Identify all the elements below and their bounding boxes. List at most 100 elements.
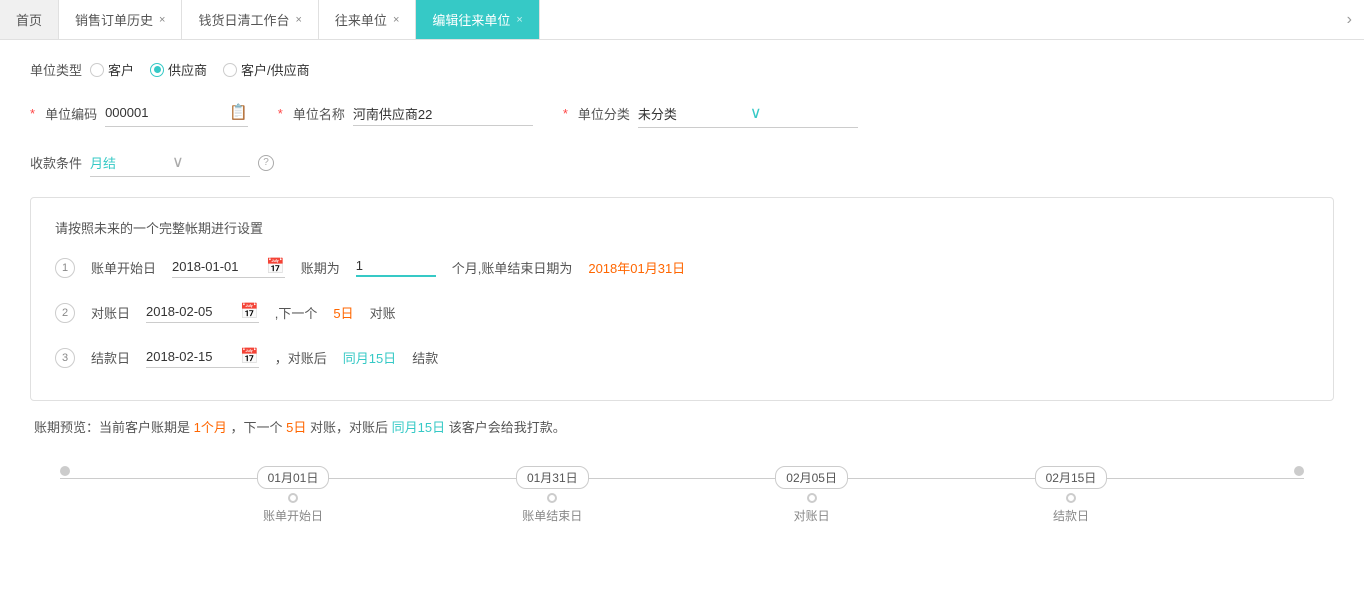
timeline-dot-4 <box>1066 493 1076 503</box>
tab-cash-clearing-close[interactable]: × <box>295 14 301 26</box>
timeline-point-3: 02月05日 对账日 <box>775 466 848 524</box>
unit-category-group: * 单位分类 未分类 ∨ <box>563 99 858 128</box>
payment-terms-group: 收款条件 月结 ∨ ? <box>30 148 274 177</box>
timeline-badge-4: 02月15日 <box>1035 466 1108 489</box>
main-content: 单位类型 客户 供应商 客户/供应商 * 单位编码 <box>0 40 1364 608</box>
radio-customer[interactable]: 客户 <box>90 60 134 79</box>
preview-middle: ，下一个 <box>231 420 283 435</box>
timeline-point-1: 01月01日 账单开始日 <box>257 466 330 524</box>
timeline-end-dot <box>1294 466 1304 476</box>
period-calendar-icon-1[interactable]: 📅 <box>266 257 285 275</box>
period-suffix-1a: 账期为 <box>301 258 340 277</box>
tab-sales-history-label: 销售订单历史 <box>75 10 153 29</box>
unit-code-calendar-icon[interactable]: 📋 <box>229 103 248 121</box>
payment-terms-help-icon[interactable]: ? <box>258 155 274 171</box>
unit-code-group: * 单位编码 📋 <box>30 101 248 127</box>
tab-bar: 首页 销售订单历史 × 钱货日清工作台 × 往来单位 × 编辑往来单位 × › <box>0 0 1364 40</box>
period-suffix-2a: ,下一个 <box>275 303 318 322</box>
radio-both-circle <box>223 63 237 77</box>
months-input <box>356 258 436 277</box>
period-date-field-2[interactable] <box>146 304 236 319</box>
period-label-1: 账单开始日 <box>91 258 156 277</box>
tab-edit-partner-label: 编辑往来单位 <box>432 10 510 29</box>
payment-terms-value: 月结 <box>90 153 168 172</box>
tab-home[interactable]: 首页 <box>0 0 59 39</box>
timeline-point-2: 01月31日 账单结束日 <box>516 466 589 524</box>
period-date-input-2: 📅 <box>146 302 259 323</box>
period-num-2: 2 <box>55 303 75 323</box>
radio-group: 客户 供应商 客户/供应商 <box>90 60 310 79</box>
period-label-3: 结款日 <box>91 348 130 367</box>
period-suffix-3a: ，对账后 <box>275 348 327 367</box>
tab-cash-clearing-label: 钱货日清工作台 <box>198 10 289 29</box>
period-suffix-2b: 对账 <box>370 303 396 322</box>
unit-name-label: 单位名称 <box>293 104 345 123</box>
unit-type-label: 单位类型 <box>30 60 82 79</box>
unit-category-select[interactable]: 未分类 ∨ <box>638 99 858 128</box>
preview-text: 账期预览：当前客户账期是 1个月 ，下一个 5日 对账，对账后 同月15日 该客… <box>30 417 1334 436</box>
period-suffix-1b: 个月,账单结束日期为 <box>452 258 573 277</box>
period-row-1: 1 账单开始日 📅 账期为 个月,账单结束日期为 2018年01月31日 <box>55 257 1309 278</box>
timeline-label-3: 对账日 <box>794 507 830 524</box>
radio-supplier[interactable]: 供应商 <box>150 60 207 79</box>
tab-sales-history[interactable]: 销售订单历史 × <box>59 0 182 39</box>
radio-customer-circle <box>90 63 104 77</box>
timeline-start <box>60 466 70 476</box>
tab-partner-close[interactable]: × <box>393 14 399 26</box>
unit-type-group: 单位类型 客户 供应商 客户/供应商 <box>30 60 310 79</box>
period-calendar-icon-2[interactable]: 📅 <box>240 302 259 320</box>
preview-middle2: 对账，对账后 <box>310 420 388 435</box>
unit-code-label: 单位编码 <box>45 104 97 123</box>
payment-terms-label: 收款条件 <box>30 153 82 172</box>
period-date-input-3: 📅 <box>146 347 259 368</box>
unit-name-required: * <box>278 106 283 121</box>
preview-reconcile: 5日 <box>286 420 306 435</box>
payment-terms-dropdown-icon: ∨ <box>172 152 250 172</box>
tab-sales-history-close[interactable]: × <box>159 14 165 26</box>
tab-partner[interactable]: 往来单位 × <box>319 0 416 39</box>
timeline-label-2: 账单结束日 <box>522 507 582 524</box>
period-highlight-2: 5日 <box>333 303 353 322</box>
tab-home-label: 首页 <box>16 10 42 29</box>
payment-terms-select[interactable]: 月结 ∨ <box>90 148 250 177</box>
radio-both[interactable]: 客户/供应商 <box>223 60 310 79</box>
period-num-3: 3 <box>55 348 75 368</box>
timeline-end <box>1294 466 1304 476</box>
preview-prefix: 账期预览：当前客户账期是 <box>34 420 190 435</box>
period-date-input-1: 📅 <box>172 257 285 278</box>
unit-category-dropdown-icon: ∨ <box>750 103 858 123</box>
period-row-2: 2 对账日 📅 ,下一个 5日 对账 <box>55 302 1309 323</box>
payment-terms-row: 收款条件 月结 ∨ ? <box>30 148 1334 177</box>
tab-edit-partner-close[interactable]: × <box>516 14 522 26</box>
unit-category-value: 未分类 <box>638 104 746 123</box>
tab-scroll-right[interactable]: › <box>1335 11 1364 29</box>
unit-code-input-wrap: 📋 <box>105 101 248 127</box>
unit-type-row: 单位类型 客户 供应商 客户/供应商 <box>30 60 1334 79</box>
tab-cash-clearing[interactable]: 钱货日清工作台 × <box>182 0 318 39</box>
period-calendar-icon-3[interactable]: 📅 <box>240 347 259 365</box>
radio-supplier-circle <box>150 63 164 77</box>
radio-customer-label: 客户 <box>108 60 134 79</box>
period-suffix-3b: 结款 <box>412 348 438 367</box>
period-end-date-1: 2018年01月31日 <box>588 258 685 277</box>
unit-category-label: 单位分类 <box>578 104 630 123</box>
preview-payment: 同月15日 <box>392 420 445 435</box>
period-label-2: 对账日 <box>91 303 130 322</box>
unit-name-input[interactable] <box>353 102 533 126</box>
period-date-field-3[interactable] <box>146 349 236 364</box>
timeline-dot-1 <box>288 493 298 503</box>
unit-info-row: * 单位编码 📋 * 单位名称 * 单位分类 未分类 ∨ <box>30 99 1334 128</box>
timeline-label-1: 账单开始日 <box>263 507 323 524</box>
radio-both-label: 客户/供应商 <box>241 60 310 79</box>
timeline-badge-1: 01月01日 <box>257 466 330 489</box>
timeline-badge-3: 02月05日 <box>775 466 848 489</box>
period-highlight-3: 同月15日 <box>343 348 396 367</box>
unit-code-required: * <box>30 106 35 121</box>
unit-code-input[interactable] <box>105 101 225 124</box>
period-date-field-1[interactable] <box>172 259 262 274</box>
timeline-label-4: 结款日 <box>1053 507 1089 524</box>
months-field[interactable] <box>356 258 416 273</box>
tab-edit-partner[interactable]: 编辑往来单位 × <box>416 0 539 39</box>
timeline-container: 01月01日 账单开始日 01月31日 账单结束日 02月05日 对账日 02月… <box>30 456 1334 564</box>
unit-name-group: * 单位名称 <box>278 102 533 126</box>
